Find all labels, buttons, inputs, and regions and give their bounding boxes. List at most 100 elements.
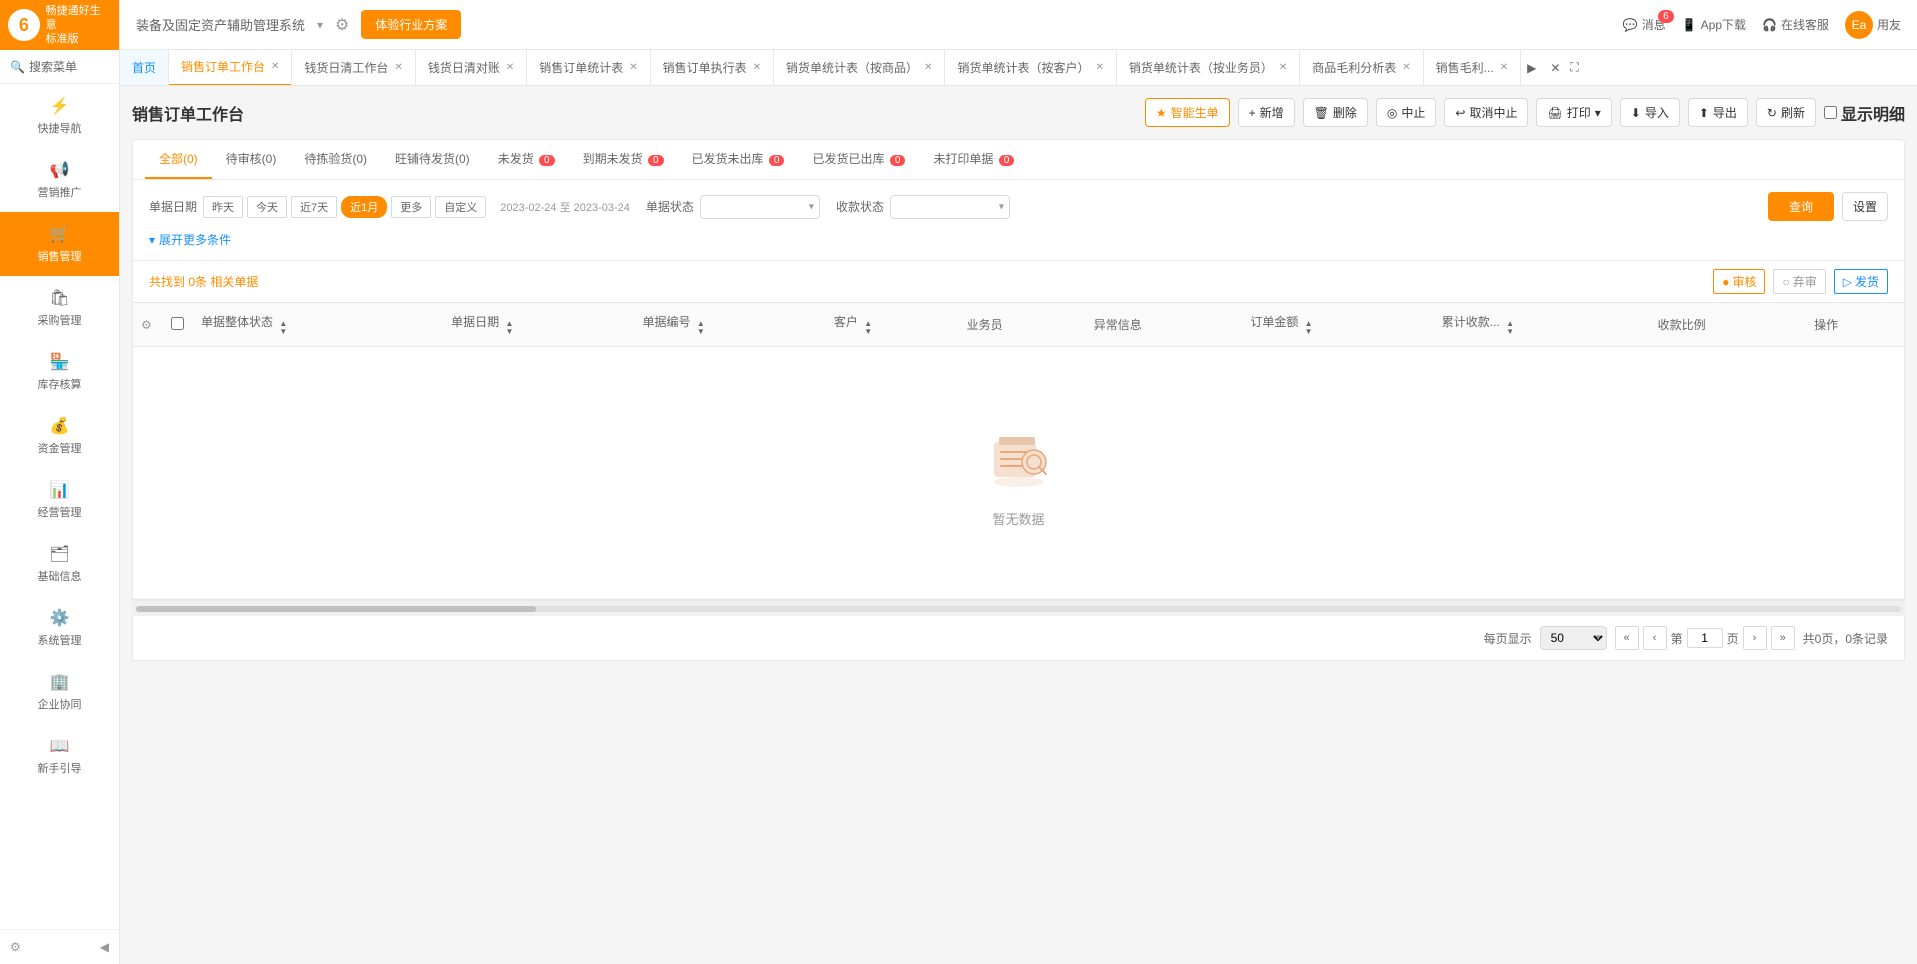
show-detail-checkbox[interactable] [1824,106,1837,119]
next-page-btn[interactable]: › [1743,626,1767,650]
sidebar-item-sales[interactable]: 🛒 销售管理 [0,212,119,276]
tab-sales-summary3[interactable]: 销货单统计表（按业务员） ✕ [1117,50,1300,86]
export-btn[interactable]: ⬆ 导出 [1688,98,1748,127]
cancel-audit-btn[interactable]: ○ 弃审 [1773,269,1825,294]
tab-sales-workbench[interactable]: 销售订单工作台 ✕ [169,50,292,86]
app-download-item[interactable]: 📱 App下载 [1682,16,1746,33]
sidebar-item-quick-nav[interactable]: ⚡ 快捷导航 [0,84,119,148]
first-page-btn[interactable]: « [1615,626,1639,650]
sidebar-item-guide[interactable]: 📖 新手引导 [0,724,119,788]
import-btn[interactable]: ⬇ 导入 [1620,98,1680,127]
tabbar-close-all[interactable]: ✕ [1546,59,1564,77]
sidebar-item-basic[interactable]: 🗂 基础信息 [0,532,119,596]
print-btn[interactable]: 🖨 打印 ▾ [1536,98,1611,127]
payment-select[interactable] [890,195,1010,219]
tab-close-icon[interactable]: ✕ [506,62,514,73]
th-ratio: 收款比例 [1650,303,1807,347]
subtab-not-printed[interactable]: 未打印单据 0 [919,140,1028,179]
th-date[interactable]: 单据日期 ▲▼ [443,303,634,347]
tab-home[interactable]: 首页 [120,50,169,86]
tab-label: 钱货日清工作台 [304,59,388,76]
horizontal-scrollbar[interactable] [132,600,1905,616]
delete-btn[interactable]: 🗑 删除 [1303,98,1368,127]
refresh-btn[interactable]: ↻ 刷新 [1756,98,1816,127]
online-service-item[interactable]: 🎧 在线客服 [1762,16,1829,33]
th-customer[interactable]: 客户 ▲▼ [826,303,959,347]
tab-sales-summary2[interactable]: 销货单统计表（按客户） ✕ [945,50,1116,86]
subtab-shipped-out[interactable]: 已发货已出库 0 [798,140,919,179]
subtab-overdue-ship[interactable]: 到期未发货 0 [569,140,678,179]
tab-close-icon[interactable]: ✕ [629,62,637,73]
subtab-wangpu-ship[interactable]: 旺铺待发货(0) [381,140,484,179]
tab-cash-daily[interactable]: 钱货日清工作台 ✕ [292,50,415,86]
sidebar-item-finance[interactable]: 💰 资金管理 [0,404,119,468]
select-all-checkbox[interactable] [171,317,184,330]
scrollbar-thumb[interactable] [136,606,536,612]
topbar-settings-icon[interactable]: ⚙ [335,15,349,35]
logo: 6 畅捷通好生意 标准版 [0,0,119,50]
sidebar-item-inventory[interactable]: 🏪 库存核算 [0,340,119,404]
th-amount[interactable]: 订单金额 ▲▼ [1242,303,1433,347]
stop-btn[interactable]: ◎ 中止 [1376,98,1437,127]
tab-gross-profit[interactable]: 商品毛利分析表 ✕ [1300,50,1423,86]
tab-close-icon[interactable]: ✕ [753,62,761,73]
date-btn-7days[interactable]: 近7天 [291,196,337,218]
show-detail-label[interactable]: 显示明细 [1824,101,1905,125]
trial-btn[interactable]: 体验行业方案 [361,10,461,39]
page-size-select[interactable]: 50 100 200 [1540,626,1607,650]
date-btn-1month[interactable]: 近1月 [341,196,387,218]
tab-close-icon[interactable]: ✕ [924,62,932,73]
th-collected[interactable]: 累计收款... ▲▼ [1434,303,1650,347]
add-btn[interactable]: + 新增 [1238,98,1295,127]
tab-close-icon[interactable]: ✕ [1095,62,1103,73]
th-number[interactable]: 单据编号 ▲▼ [635,303,826,347]
expand-btn[interactable]: ▾ 展开更多条件 [149,231,1888,248]
tab-sales-more[interactable]: 销售毛利... ✕ [1424,50,1521,86]
date-btn-today[interactable]: 今天 [247,196,287,218]
sidebar-item-enterprise[interactable]: 🏢 企业协同 [0,660,119,724]
phone-icon: 📱 [1682,18,1697,32]
audit-btn[interactable]: ● 审核 [1713,269,1765,294]
tab-cash-reconcile[interactable]: 钱货日清对账 ✕ [416,50,527,86]
setting-btn[interactable]: 设置 [1842,192,1888,221]
tab-close-icon[interactable]: ✕ [1279,62,1287,73]
tab-close-icon[interactable]: ✕ [1500,62,1508,73]
tab-close-icon[interactable]: ✕ [394,62,402,73]
tabbar-more-arrow[interactable]: ▶ [1521,61,1542,75]
sidebar-item-system[interactable]: ⚙️ 系统管理 [0,596,119,660]
subtab-shipped-not-out[interactable]: 已发货未出库 0 [678,140,799,179]
search-btn[interactable]: 查询 [1768,192,1834,221]
tabbar-expand[interactable]: ⛶ [1566,58,1582,77]
prev-page-btn[interactable]: ‹ [1643,626,1667,650]
sidebar-item-marketing[interactable]: 📢 营销推广 [0,148,119,212]
last-page-btn[interactable]: » [1771,626,1795,650]
date-btn-custom[interactable]: 自定义 [435,196,486,218]
message-icon-item[interactable]: 💬 6 消息 [1623,16,1666,33]
database-icon: 🗂 [49,544,69,564]
tab-close-icon[interactable]: ✕ [271,61,279,72]
date-btn-yesterday[interactable]: 昨天 [203,196,243,218]
smart-gen-btn[interactable]: ★ 智能生单 [1145,98,1230,127]
th-checkbox[interactable] [163,303,193,347]
status-select[interactable] [700,195,820,219]
tab-sales-summary1[interactable]: 销货单统计表（按商品） ✕ [774,50,945,86]
subtab-all[interactable]: 全部(0) [145,140,212,179]
th-settings[interactable]: ⚙ [133,303,163,347]
collapse-icon[interactable]: ◀ [100,940,109,954]
settings-bottom-icon[interactable]: ⚙ [10,940,21,954]
sidebar-item-purchase[interactable]: 🛍 采购管理 [0,276,119,340]
sidebar-item-operation[interactable]: 📊 经营管理 [0,468,119,532]
user-item[interactable]: Ea 用友 [1845,11,1901,39]
sidebar-search[interactable]: 🔍 搜索菜单 [0,50,119,84]
subtab-pending-inspect[interactable]: 待拣验货(0) [290,140,381,179]
tab-sales-stats[interactable]: 销售订单统计表 ✕ [527,50,650,86]
subtab-not-shipped[interactable]: 未发货 0 [484,140,569,179]
date-btn-more[interactable]: 更多 [391,196,431,218]
cancel-stop-btn[interactable]: ↩ 取消中止 [1444,98,1528,127]
tab-close-icon[interactable]: ✕ [1402,62,1410,73]
subtab-pending-audit[interactable]: 待审核(0) [212,140,291,179]
page-number-input[interactable] [1687,628,1723,648]
tab-label: 销货单统计表（按业务员） [1129,59,1273,76]
ship-btn[interactable]: ▷ 发货 [1834,269,1888,294]
tab-sales-exec[interactable]: 销售订单执行表 ✕ [651,50,774,86]
